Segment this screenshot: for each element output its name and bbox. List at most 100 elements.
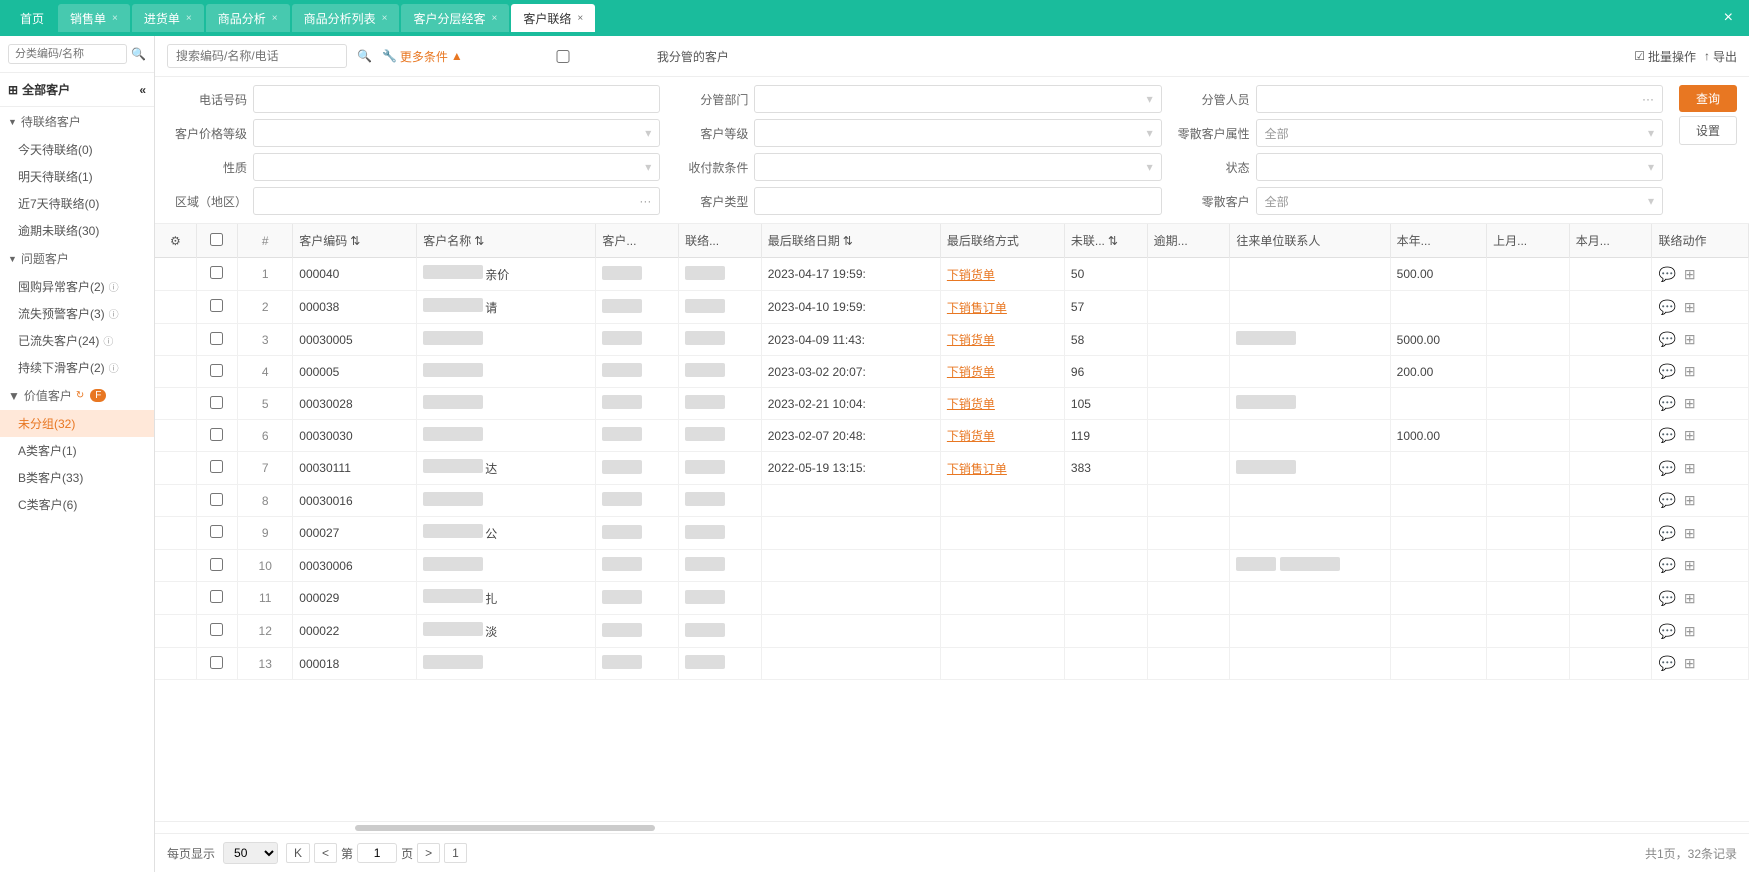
filter-status-input[interactable]: ▾ [1256,153,1663,181]
search-input[interactable] [167,44,347,68]
td-check[interactable] [196,485,237,517]
tab-sales[interactable]: 销售单 × [58,4,130,32]
page-size-select[interactable]: 50 20 100 [223,842,278,864]
td-check[interactable] [196,550,237,582]
filter-customer-type-input[interactable] [754,187,1161,215]
grid-action-icon[interactable]: ⊞ [1684,590,1696,607]
filter-customer-level-input[interactable]: ▾ [754,119,1161,147]
row-checkbox[interactable] [210,428,223,441]
row-checkbox[interactable] [210,558,223,571]
td-check[interactable] [196,324,237,356]
last-page-btn[interactable]: 1 [444,843,467,863]
filter-phone-input[interactable] [253,85,660,113]
grid-action-icon[interactable]: ⊞ [1684,363,1696,380]
row-checkbox[interactable] [210,299,223,312]
grid-action-icon[interactable]: ⊞ [1684,557,1696,574]
filter-dept-input[interactable]: ▾ [754,85,1161,113]
filter-region-input[interactable]: ··· [253,187,660,215]
sidebar-pending-group-header[interactable]: ▼ 待联络客户 [0,107,154,136]
row-checkbox[interactable] [210,266,223,279]
scrollbar-thumb[interactable] [355,825,655,831]
tab-customer-contact[interactable]: 客户联络 × [511,4,595,32]
my-customers-checkbox-wrapper[interactable]: 我分管的客户 [473,48,729,65]
th-check[interactable] [196,224,237,258]
sidebar-item-class-a[interactable]: A类客户(1) [0,437,154,464]
td-check[interactable] [196,420,237,452]
sidebar-value-group-header[interactable]: ▼ 价值客户 ↻ F [0,381,154,410]
th-code[interactable]: 客户编码⇅ [293,224,417,258]
td-check[interactable] [196,356,237,388]
sidebar-item-7days[interactable]: 近7天待联络(0) [0,190,154,217]
filter-retail-customer-input[interactable]: 全部 ▾ [1256,187,1663,215]
contact-icon[interactable]: 💬 [1658,525,1675,542]
select-all-checkbox[interactable] [210,233,223,246]
th-lastdate[interactable]: 最后联络日期⇅ [761,224,940,258]
contact-icon[interactable]: 💬 [1658,266,1675,283]
my-customers-checkbox[interactable] [473,50,653,63]
tab-sales-close[interactable]: × [112,13,118,24]
horizontal-scroll-area[interactable] [155,821,1749,833]
grid-action-icon[interactable]: ⊞ [1684,427,1696,444]
td-check[interactable] [196,452,237,485]
th-settings[interactable]: ⚙ [155,224,196,258]
td-check[interactable] [196,615,237,648]
th-name[interactable]: 客户名称⇅ [417,224,596,258]
sidebar-item-churn-warning[interactable]: 流失预警客户(3) ⓘ [0,300,154,327]
row-checkbox[interactable] [210,364,223,377]
contact-icon[interactable]: 💬 [1658,557,1675,574]
contact-icon[interactable]: 💬 [1658,460,1675,477]
sidebar-all-customers[interactable]: ⊞ 全部客户 « [0,73,154,107]
tab-product-analysis[interactable]: 商品分析 × [206,4,290,32]
sidebar-search-icon[interactable]: 🔍 [131,47,146,61]
row-checkbox[interactable] [210,656,223,669]
td-check[interactable] [196,388,237,420]
sidebar-item-churned[interactable]: 已流失客户(24) ⓘ [0,327,154,354]
lastway-link[interactable]: 下销售订单 [947,301,1007,315]
lastway-link[interactable]: 下销售订单 [947,462,1007,476]
next-page-btn[interactable]: > [417,843,440,863]
refresh-icon[interactable]: ↻ [76,390,84,401]
filter-payment-input[interactable]: ▾ [754,153,1161,181]
page-input[interactable] [357,843,397,863]
grid-action-icon[interactable]: ⊞ [1684,331,1696,348]
sidebar-search-input[interactable] [8,44,127,64]
tab-product-analysis-list-close[interactable]: × [382,13,388,24]
th-nocontact[interactable]: 未联...⇅ [1064,224,1147,258]
grid-action-icon[interactable]: ⊞ [1684,623,1696,640]
tab-purchase[interactable]: 进货单 × [132,4,204,32]
row-checkbox[interactable] [210,590,223,603]
row-checkbox[interactable] [210,332,223,345]
search-button[interactable]: 🔍 [357,49,372,63]
tab-product-analysis-list[interactable]: 商品分析列表 × [292,4,400,32]
prev-page-btn[interactable]: < [314,843,337,863]
td-check[interactable] [196,258,237,291]
window-close-button[interactable]: × [1716,9,1741,27]
sidebar-item-today[interactable]: 今天待联络(0) [0,136,154,163]
filter-person-input[interactable]: ··· [1256,85,1663,113]
lastway-link[interactable]: 下销货单 [947,365,995,379]
grid-action-icon[interactable]: ⊞ [1684,492,1696,509]
tab-customer-tier-close[interactable]: × [491,13,497,24]
more-conditions-btn[interactable]: 🔧 更多条件 ▲ [382,48,463,65]
row-checkbox[interactable] [210,493,223,506]
tab-product-analysis-close[interactable]: × [272,13,278,24]
grid-action-icon[interactable]: ⊞ [1684,460,1696,477]
lastway-link[interactable]: 下销货单 [947,429,995,443]
lastway-link[interactable]: 下销货单 [947,333,995,347]
tab-customer-contact-close[interactable]: × [577,13,583,24]
tab-home[interactable]: 首页 [8,4,56,32]
td-check[interactable] [196,648,237,680]
first-page-btn[interactable]: K [286,843,310,863]
lastway-link[interactable]: 下销货单 [947,397,995,411]
contact-icon[interactable]: 💬 [1658,623,1675,640]
row-checkbox[interactable] [210,623,223,636]
grid-action-icon[interactable]: ⊞ [1684,525,1696,542]
contact-icon[interactable]: 💬 [1658,492,1675,509]
grid-action-icon[interactable]: ⊞ [1684,299,1696,316]
sidebar-collapse-icon[interactable]: « [139,83,146,97]
sidebar-item-declining[interactable]: 持续下滑客户(2) ⓘ [0,354,154,381]
row-checkbox[interactable] [210,525,223,538]
grid-action-icon[interactable]: ⊞ [1684,655,1696,672]
contact-icon[interactable]: 💬 [1658,395,1675,412]
filter-price-level-input[interactable]: ▾ [253,119,660,147]
